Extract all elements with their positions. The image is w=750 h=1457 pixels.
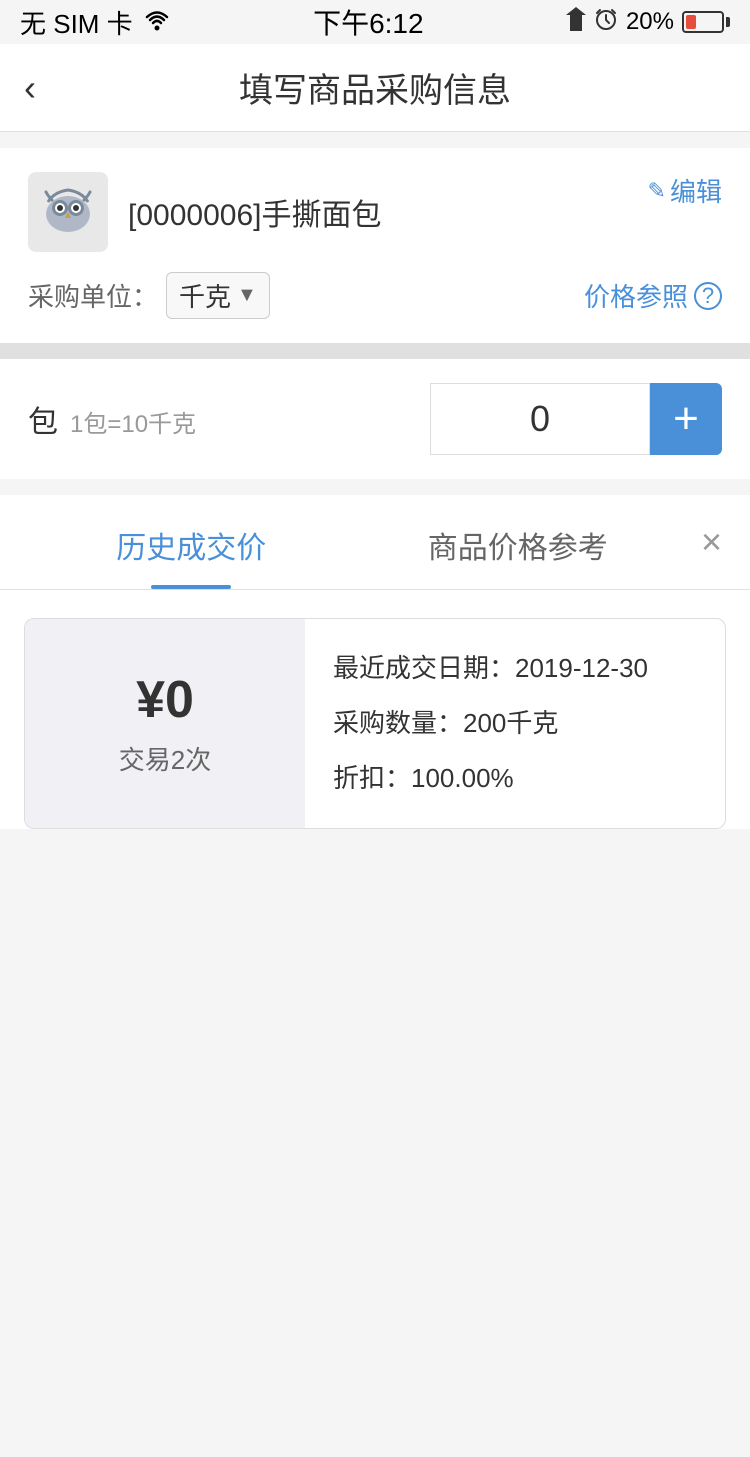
status-right: 20% [566,7,730,38]
purchase-qty-value: 200千克 [463,708,558,738]
tab-close-button[interactable]: × [681,501,722,583]
product-logo [38,182,98,242]
unit-label: 采购单位： [28,277,158,314]
page-title: 填写商品采购信息 [239,63,511,112]
back-button[interactable]: ‹ [24,67,36,109]
product-card: [0000006]手撕面包 ✎ 编辑 采购单位： 千克 ▼ 价格参照 ? [0,148,750,343]
quantity-left: 包 1包=10千克 [28,397,196,441]
status-left: 无 SIM 卡 [20,4,171,41]
quantity-right: 0 + [430,383,722,455]
location-icon [566,7,586,38]
tab-price-ref-label: 商品价格参考 [428,532,608,565]
edit-button[interactable]: ✎ 编辑 [648,172,722,209]
battery-icon [682,11,730,33]
quantity-plus-button[interactable]: + [650,383,722,455]
quantity-input[interactable]: 0 [430,383,650,455]
discount-value: 100.00% [411,763,514,793]
recent-date-row: 最近成交日期：2019-12-30 [333,649,697,688]
history-details-section: 最近成交日期：2019-12-30 采购数量：200千克 折扣：100.00% [305,619,725,828]
help-icon: ? [694,282,722,310]
recent-date-label: 最近成交日期： [333,653,515,683]
product-name: [0000006]手撕面包 [128,190,381,234]
currency-symbol: ¥ [136,671,165,729]
battery-percent: 20% [626,8,674,36]
tabs-panel: 历史成交价 商品价格参考 × ¥0 交易2次 最近成交日期：2019-12-30… [0,495,750,829]
dropdown-icon: ▼ [237,284,257,307]
quantity-row: 包 1包=10千克 0 + [0,359,750,479]
product-left: [0000006]手撕面包 [28,172,381,252]
tab-history-price[interactable]: 历史成交价 [28,495,354,589]
section-divider [0,343,750,359]
edit-icon: ✎ [648,178,666,204]
tab-price-reference[interactable]: 商品价格参考 [354,495,680,589]
history-trades: 交易2次 [119,740,211,777]
product-header: [0000006]手撕面包 ✎ 编辑 [28,172,722,252]
tabs-header: 历史成交价 商品价格参考 × [0,495,750,590]
history-price-value: ¥0 [136,670,194,730]
discount-label: 折扣： [333,763,411,793]
product-thumbnail [28,172,108,252]
alarm-icon [594,7,618,38]
recent-date-value: 2019-12-30 [515,653,648,683]
quantity-value: 0 [530,398,550,440]
unit-value: 千克 [179,277,231,314]
tab-history-label: 历史成交价 [116,532,266,565]
history-card: ¥0 交易2次 最近成交日期：2019-12-30 采购数量：200千克 折扣：… [24,618,726,829]
sim-text: 无 SIM 卡 [20,4,133,41]
product-unit-row: 采购单位： 千克 ▼ 价格参照 ? [28,272,722,319]
status-bar: 无 SIM 卡 下午6:12 20% [0,0,750,44]
quantity-hint: 1包=10千克 [70,404,196,439]
purchase-qty-row: 采购数量：200千克 [333,704,697,743]
history-price-section: ¥0 交易2次 [25,619,305,828]
unit-group: 采购单位： 千克 ▼ [28,272,270,319]
status-time: 下午6:12 [313,2,424,42]
price-ref-label: 价格参照 [584,277,688,314]
discount-row: 折扣：100.00% [333,759,697,798]
page-content-area [0,857,750,1457]
price-reference-button[interactable]: 价格参照 ? [584,277,722,314]
purchase-qty-label: 采购数量： [333,708,463,738]
price-number: 0 [165,671,194,729]
wifi-icon [143,7,171,38]
edit-label: 编辑 [670,172,722,209]
unit-select[interactable]: 千克 ▼ [166,272,270,319]
quantity-unit: 包 [28,397,58,441]
page-header: ‹ 填写商品采购信息 [0,44,750,132]
